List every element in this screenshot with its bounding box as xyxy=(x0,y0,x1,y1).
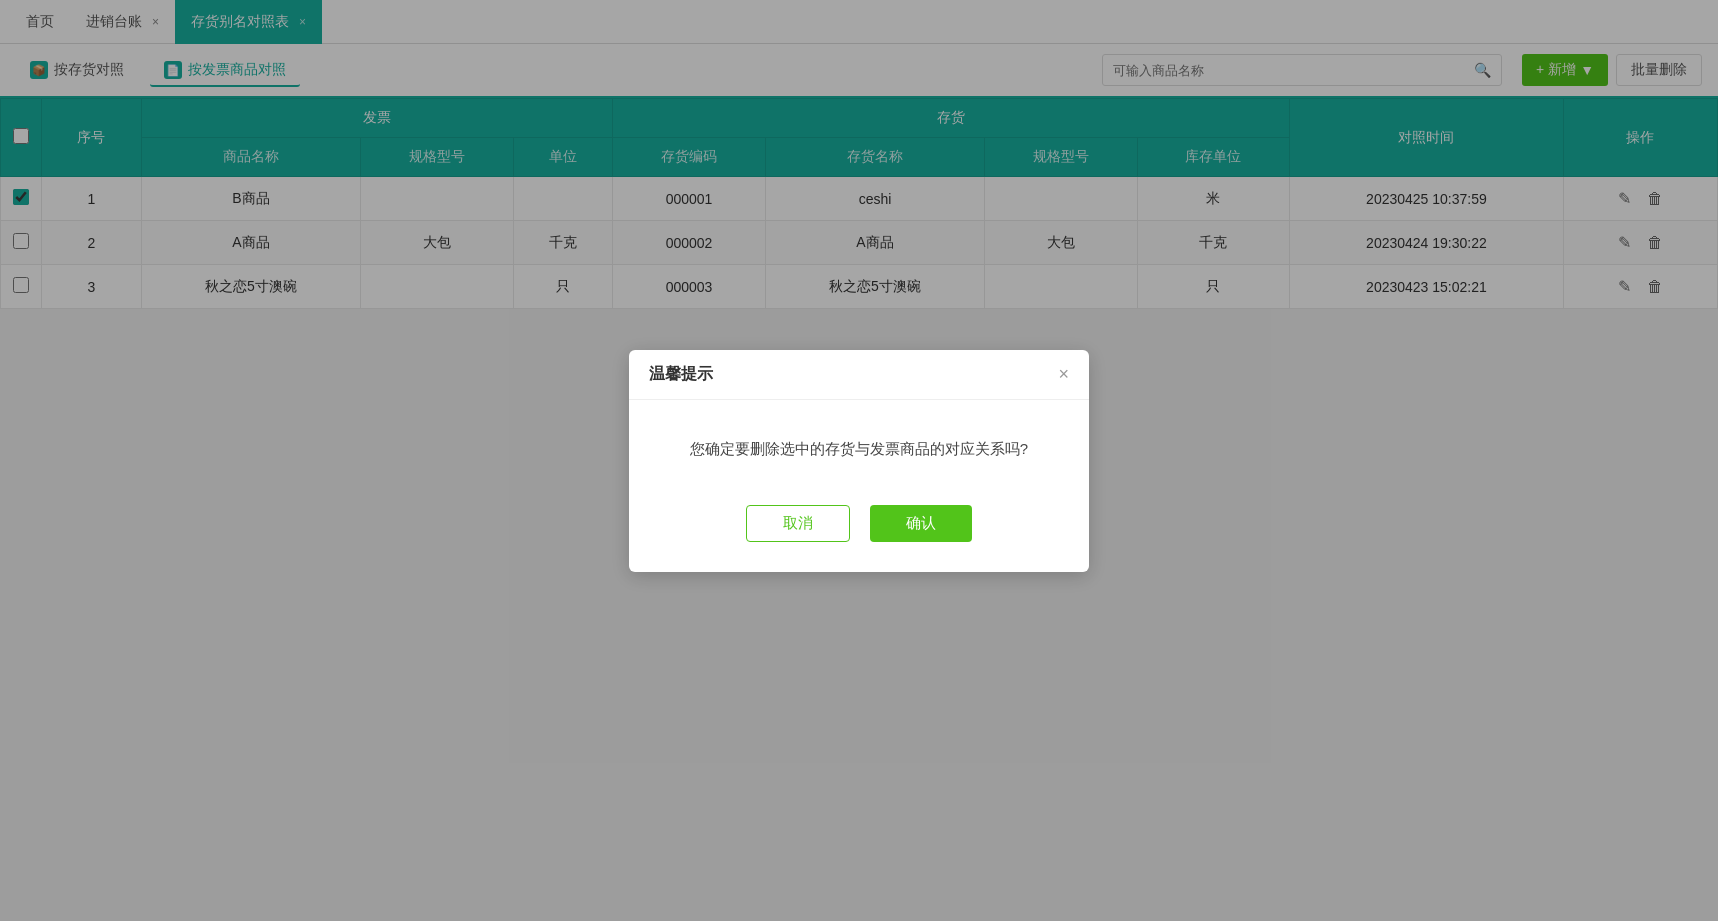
dialog-overlay: 温馨提示 × 您确定要删除选中的存货与发票商品的对应关系吗? 取消 确认 xyxy=(0,0,1718,309)
